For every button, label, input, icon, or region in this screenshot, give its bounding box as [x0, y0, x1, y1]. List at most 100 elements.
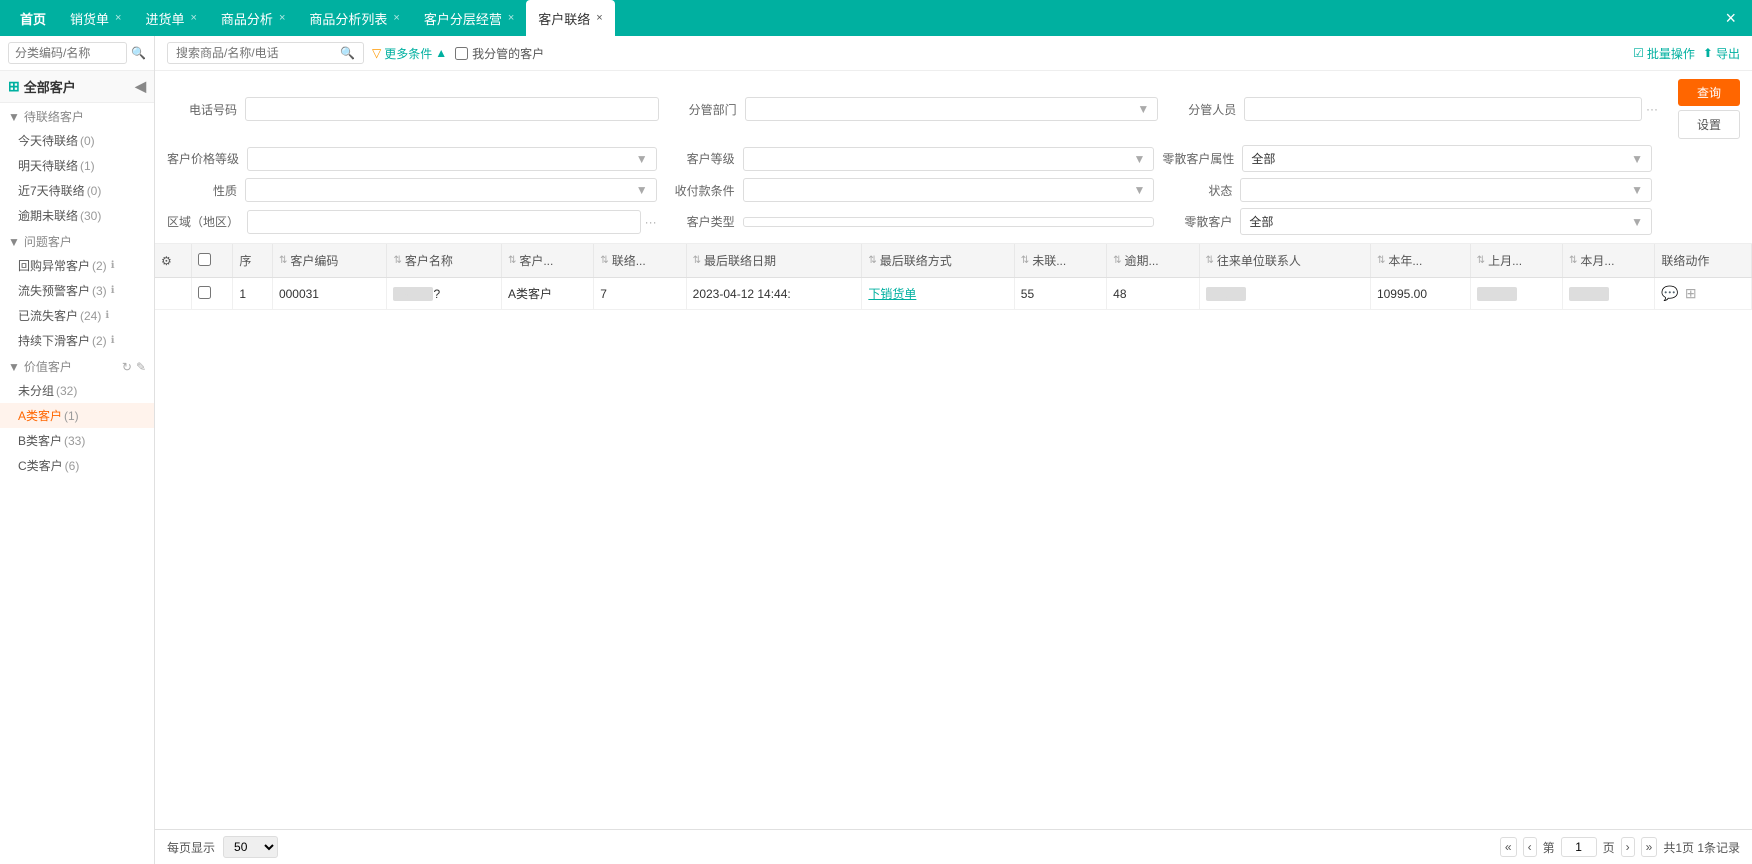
- sort-icon-not-contacted[interactable]: ⇅: [1021, 255, 1029, 266]
- select-all-checkbox[interactable]: [198, 253, 211, 266]
- th-last-month: ⇅上月...: [1470, 244, 1562, 278]
- manager-input[interactable]: [1244, 97, 1642, 121]
- sidebar-group-value: ▼ 价值客户 ↻ ✎: [0, 353, 154, 378]
- page-end-label: 页: [1603, 839, 1615, 856]
- sidebar-search-input[interactable]: [8, 42, 127, 64]
- per-page-select[interactable]: 50 10 20 100: [223, 836, 278, 858]
- sidebar-group-pending[interactable]: ▼ 待联络客户: [0, 103, 154, 128]
- scatter-attr-select[interactable]: 全部 ▼: [1242, 145, 1652, 172]
- data-table-container: ⚙ 序 ⇅客户编码 ⇅客户名称 ⇅客户... ⇅联络... ⇅最后联络日期 ⇅最…: [155, 244, 1752, 829]
- grid-action-icon[interactable]: ⊞: [1685, 285, 1697, 302]
- query-button[interactable]: 查询: [1678, 79, 1740, 106]
- manager-dots-icon[interactable]: ···: [1646, 102, 1658, 116]
- scatter-customer-select[interactable]: 全部 ▼: [1240, 208, 1652, 235]
- sort-icon[interactable]: ⇅: [279, 255, 287, 266]
- sort-icon-year[interactable]: ⇅: [1377, 255, 1385, 266]
- batch-operation-button[interactable]: ☑ 批量操作: [1633, 45, 1695, 62]
- sidebar-search-icon[interactable]: 🔍: [131, 46, 146, 60]
- window-close-button[interactable]: ×: [1717, 8, 1744, 29]
- nav-home[interactable]: 首页: [8, 0, 58, 36]
- close-customer-contact-tab[interactable]: ×: [596, 12, 602, 24]
- customer-type-select[interactable]: [743, 217, 1155, 227]
- last-page-button[interactable]: »: [1641, 837, 1658, 857]
- next-page-button[interactable]: ›: [1621, 837, 1635, 857]
- close-purchase-tab[interactable]: ×: [190, 12, 196, 24]
- sort-icon-overdue[interactable]: ⇅: [1113, 255, 1121, 266]
- more-filter-button[interactable]: ▽ 更多条件 ▲: [372, 45, 447, 62]
- sidebar-item-today[interactable]: 今天待联络(0): [0, 128, 154, 153]
- close-customer-tier-tab[interactable]: ×: [508, 12, 514, 24]
- first-page-button[interactable]: «: [1500, 837, 1517, 857]
- my-customers-checkbox[interactable]: [455, 47, 468, 60]
- nav-sales[interactable]: 销货单 ×: [58, 0, 133, 36]
- value-arrow-icon[interactable]: ▼: [8, 360, 20, 374]
- sidebar-item-class-b[interactable]: B类客户(33): [0, 428, 154, 453]
- table-header-row: ⚙ 序 ⇅客户编码 ⇅客户名称 ⇅客户... ⇅联络... ⇅最后联络日期 ⇅最…: [155, 244, 1752, 278]
- price-level-select[interactable]: ▼: [247, 147, 657, 171]
- sidebar-group-problem[interactable]: ▼ 问题客户: [0, 228, 154, 253]
- edit-icon[interactable]: ✎: [136, 360, 146, 374]
- scatter-attr-arrow: ▼: [1631, 152, 1643, 166]
- page-number-input[interactable]: [1561, 837, 1597, 857]
- last-method-link[interactable]: 下销货单: [868, 287, 916, 301]
- nav-customer-contact[interactable]: 客户联络 ×: [526, 0, 614, 36]
- toolbar-search-icon[interactable]: 🔍: [340, 46, 355, 60]
- sidebar-item-class-c[interactable]: C类客户(6): [0, 453, 154, 478]
- sidebar-item-declining[interactable]: 持续下滑客户(2)ℹ: [0, 328, 154, 353]
- sort-icon-method[interactable]: ⇅: [868, 255, 876, 266]
- close-analysis-list-tab[interactable]: ×: [393, 12, 399, 24]
- sort-icon-date[interactable]: ⇅: [693, 255, 701, 266]
- sort-icon-company[interactable]: ⇅: [1206, 255, 1214, 266]
- batch-op-icon: ☑: [1633, 46, 1644, 60]
- nav-purchase[interactable]: 进货单 ×: [133, 0, 208, 36]
- payment-select[interactable]: ▼: [743, 178, 1155, 202]
- customer-level-select[interactable]: ▼: [743, 147, 1155, 171]
- toolbar-search-input[interactable]: [176, 46, 336, 60]
- phone-input[interactable]: [245, 97, 659, 121]
- filter-customer-level: 客户等级 ▼: [665, 147, 1155, 171]
- sidebar-collapse-icon[interactable]: ◀: [135, 78, 146, 95]
- sidebar-item-tomorrow[interactable]: 明天待联络(1): [0, 153, 154, 178]
- filter-customer-type: 客户类型: [665, 213, 1155, 230]
- info-icon-repurchase: ℹ: [111, 260, 115, 271]
- nature-select[interactable]: ▼: [245, 178, 657, 202]
- nav-analysis-list[interactable]: 商品分析列表 ×: [297, 0, 411, 36]
- nav-customer-tier[interactable]: 客户分层经营 ×: [412, 0, 526, 36]
- td-not-contacted: 55: [1014, 278, 1106, 310]
- sort-icon-this-month[interactable]: ⇅: [1569, 255, 1577, 266]
- export-button[interactable]: ⬆ 导出: [1703, 45, 1740, 62]
- all-customers-header[interactable]: ⊞ 全部客户 ◀: [0, 71, 154, 103]
- settings-button[interactable]: 设置: [1678, 110, 1740, 139]
- filter-payment: 收付款条件 ▼: [665, 178, 1155, 202]
- sidebar-item-7days[interactable]: 近7天待联络(0): [0, 178, 154, 203]
- prev-page-button[interactable]: ‹: [1523, 837, 1537, 857]
- td-name: Ea?: [387, 278, 502, 310]
- sidebar-item-repurchase-abnormal[interactable]: 回购异常客户(2)ℹ: [0, 253, 154, 278]
- sort-icon-level[interactable]: ⇅: [508, 255, 516, 266]
- nav-analysis[interactable]: 商品分析 ×: [209, 0, 297, 36]
- toolbar: 🔍 ▽ 更多条件 ▲ 我分管的客户 ☑ 批量操作 ⬆ 导出: [155, 36, 1752, 71]
- status-select[interactable]: ▼: [1240, 178, 1652, 202]
- chat-action-icon[interactable]: 💬: [1661, 285, 1678, 302]
- sidebar-item-ungrouped[interactable]: 未分组(32): [0, 378, 154, 403]
- th-settings[interactable]: ⚙: [155, 244, 192, 278]
- region-input[interactable]: [247, 210, 641, 234]
- region-dots-icon[interactable]: ···: [645, 215, 657, 229]
- td-last-month: ----: [1470, 278, 1562, 310]
- sort-icon-name[interactable]: ⇅: [393, 255, 401, 266]
- sort-icon-last-month[interactable]: ⇅: [1477, 255, 1485, 266]
- sidebar-item-overdue[interactable]: 逾期未联络(30): [0, 203, 154, 228]
- sidebar-item-churned[interactable]: 已流失客户(24)ℹ: [0, 303, 154, 328]
- refresh-icon[interactable]: ↻: [122, 360, 132, 374]
- row-checkbox[interactable]: [198, 286, 211, 299]
- td-actions: 💬 ⊞: [1655, 278, 1752, 310]
- per-page-label: 每页显示: [167, 839, 215, 856]
- sidebar-item-churn-warning[interactable]: 流失预警客户(3)ℹ: [0, 278, 154, 303]
- sidebar-item-class-a[interactable]: A类客户(1): [0, 403, 154, 428]
- close-sales-tab[interactable]: ×: [115, 12, 121, 24]
- last-month-blurred: ----: [1477, 287, 1517, 301]
- my-customers-checkbox-area[interactable]: 我分管的客户: [455, 45, 544, 62]
- sort-icon-contact[interactable]: ⇅: [600, 255, 608, 266]
- close-analysis-tab[interactable]: ×: [279, 12, 285, 24]
- dept-select[interactable]: ▼: [745, 97, 1159, 121]
